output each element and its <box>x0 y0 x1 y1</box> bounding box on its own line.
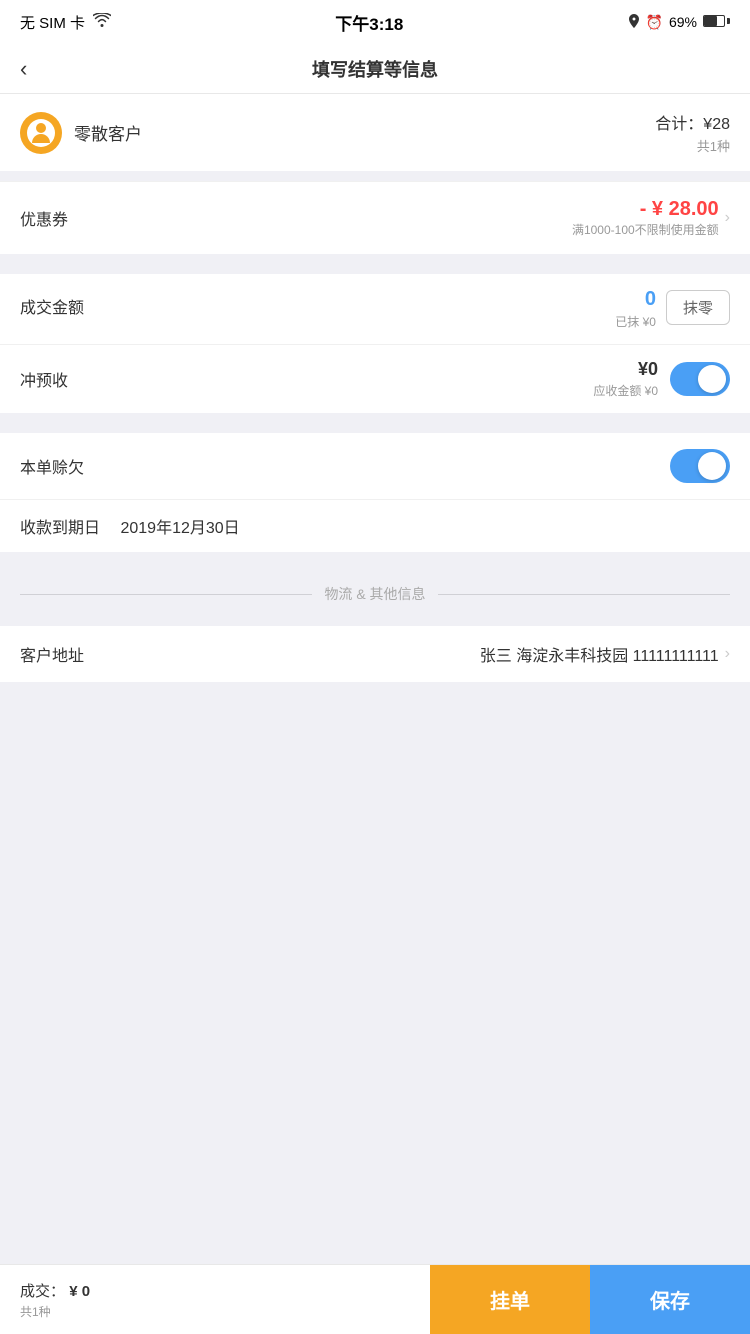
wifi-icon <box>93 13 111 31</box>
nav-bar: ‹ 填写结算等信息 <box>0 44 750 94</box>
due-date-label: 收款到期日 <box>20 520 100 537</box>
chevron-right-icon: › <box>725 209 730 227</box>
logistics-section: 物流 & 其他信息 <box>0 572 750 616</box>
deal-right: 0 已抹 ¥0 抹零 <box>615 288 730 330</box>
avatar-icon <box>27 119 55 147</box>
prereceive-values: ¥0 应收金额 ¥0 <box>593 359 658 399</box>
bottom-spacer <box>0 692 750 942</box>
status-right: ⏰ 69% <box>628 14 730 31</box>
battery-icon <box>703 14 730 30</box>
deal-subtotal: 已抹 ¥0 <box>615 313 656 330</box>
customer-section: 零散客户 合计：¥28 共1种 <box>0 94 750 171</box>
bottom-bar: 成交： ¥ 0 共1种 挂单 保存 <box>0 1264 750 1334</box>
page-title: 填写结算等信息 <box>312 56 438 82</box>
debt-label: 本单赊欠 <box>20 454 84 478</box>
deal-amount-label: 成交金额 <box>20 294 84 318</box>
prereceive-toggle[interactable] <box>670 362 730 396</box>
status-bar: 无 SIM 卡 下午3:18 ⏰ 69% <box>0 0 750 44</box>
deal-value-wrap: 0 已抹 ¥0 <box>615 288 656 330</box>
coupon-right: - ¥ 28.00 满1000-100不限制使用金额 › <box>572 198 730 238</box>
status-time: 下午3:18 <box>335 10 403 35</box>
prereceive-right: ¥0 应收金额 ¥0 <box>593 359 730 399</box>
address-chevron-icon: › <box>725 645 730 663</box>
debt-toggle-knob <box>698 452 726 480</box>
summary-count: 共1种 <box>20 1303 410 1320</box>
status-left: 无 SIM 卡 <box>20 12 111 33</box>
coupon-values: - ¥ 28.00 满1000-100不限制使用金额 <box>572 198 719 238</box>
debt-section: 本单赊欠 收款到期日 2019年12月30日 <box>0 433 750 552</box>
prereceive-row: 冲预收 ¥0 应收金额 ¥0 <box>0 344 750 413</box>
deal-value: 0 <box>615 288 656 311</box>
address-right: 张三 海淀永丰科技园 11111111111 › <box>480 642 730 666</box>
deal-section: 成交金额 0 已抹 ¥0 抹零 冲预收 ¥0 应收金额 ¥0 <box>0 274 750 413</box>
customer-left: 零散客户 <box>20 112 142 154</box>
address-value: 张三 海淀永丰科技园 11111111111 <box>480 642 719 666</box>
customer-total: 合计：¥28 <box>655 110 730 134</box>
summary-label: 成交： <box>20 1283 65 1300</box>
hold-button[interactable]: 挂单 <box>430 1265 590 1334</box>
divider-3 <box>0 562 750 572</box>
customer-count: 共1种 <box>655 136 730 155</box>
save-button[interactable]: 保存 <box>590 1265 750 1334</box>
address-section: 客户地址 张三 海淀永丰科技园 11111111111 › <box>0 626 750 682</box>
toggle-knob <box>698 365 726 393</box>
address-row[interactable]: 客户地址 张三 海淀永丰科技园 11111111111 › <box>0 626 750 682</box>
customer-row: 零散客户 合计：¥28 共1种 <box>0 94 750 171</box>
bottom-summary: 成交： ¥ 0 共1种 <box>0 1280 430 1320</box>
due-date-row: 收款到期日 2019年12月30日 <box>0 499 750 552</box>
no-sim-text: 无 SIM 卡 <box>20 12 85 33</box>
back-button[interactable]: ‹ <box>20 56 27 82</box>
logistics-header: 物流 & 其他信息 <box>0 572 750 616</box>
customer-avatar <box>20 112 62 154</box>
debt-toggle[interactable] <box>670 449 730 483</box>
coupon-desc: 满1000-100不限制使用金额 <box>572 221 719 238</box>
prereceive-due: 应收金额 ¥0 <box>593 382 658 399</box>
deal-amount-row: 成交金额 0 已抹 ¥0 抹零 <box>0 274 750 344</box>
logistics-label: 物流 & 其他信息 <box>312 584 437 604</box>
round-button[interactable]: 抹零 <box>666 290 730 325</box>
divider-1 <box>0 264 750 274</box>
bottom-summary-top: 成交： ¥ 0 <box>20 1280 410 1301</box>
address-label: 客户地址 <box>20 642 84 666</box>
customer-right: 合计：¥28 共1种 <box>655 110 730 155</box>
coupon-row[interactable]: 优惠券 - ¥ 28.00 满1000-100不限制使用金额 › <box>0 181 750 254</box>
customer-name: 零散客户 <box>74 120 142 145</box>
due-date-value: 2019年12月30日 <box>120 520 239 537</box>
prereceive-amount: ¥0 <box>593 359 658 380</box>
debt-row: 本单赊欠 <box>0 433 750 499</box>
summary-amount: ¥ 0 <box>69 1283 90 1300</box>
coupon-label: 优惠券 <box>20 206 68 230</box>
location-icon <box>628 14 640 31</box>
coupon-section: 优惠券 - ¥ 28.00 满1000-100不限制使用金额 › <box>0 181 750 254</box>
divider-2 <box>0 423 750 433</box>
alarm-icon: ⏰ <box>646 14 663 31</box>
coupon-amount: - ¥ 28.00 <box>572 198 719 221</box>
battery-text: 69% <box>669 14 697 30</box>
prereceive-label: 冲预收 <box>20 367 68 391</box>
